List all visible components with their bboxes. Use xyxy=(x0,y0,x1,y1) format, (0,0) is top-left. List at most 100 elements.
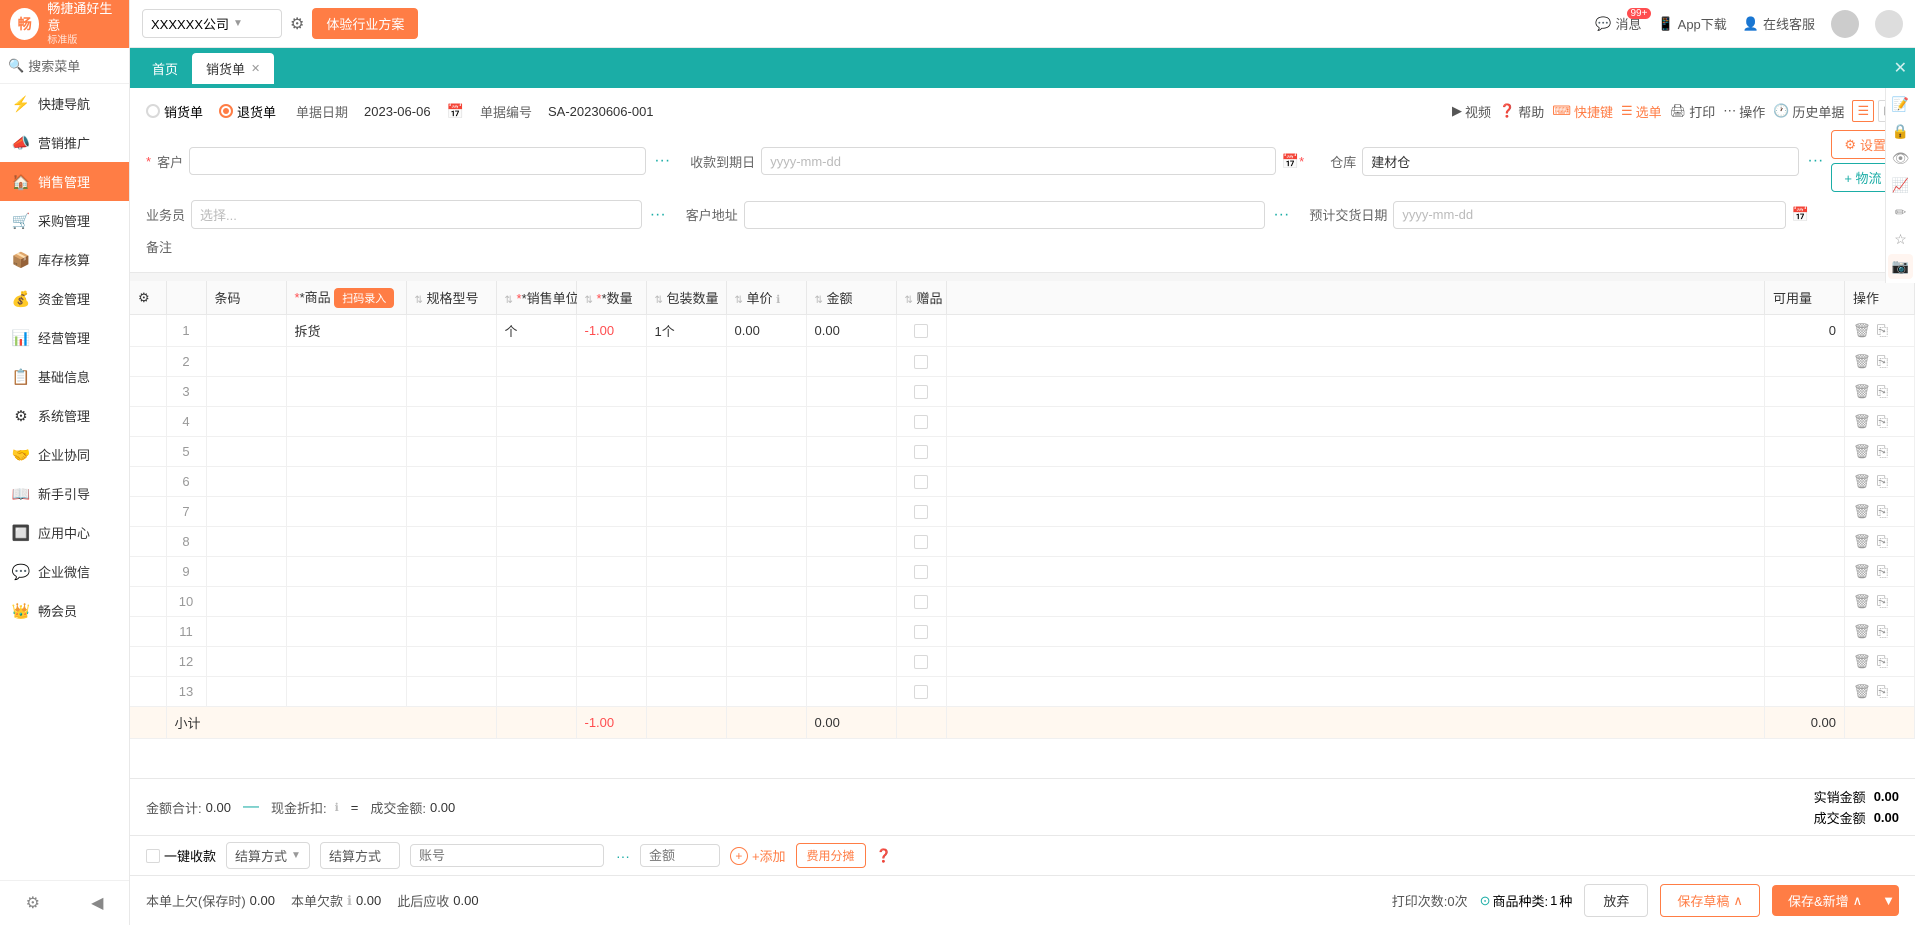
row-amount[interactable]: 0.00 xyxy=(806,315,896,347)
row-unit[interactable] xyxy=(496,377,576,407)
row-pkgqty[interactable] xyxy=(646,407,726,437)
row-barcode[interactable] xyxy=(206,437,286,467)
row-amount[interactable] xyxy=(806,677,896,707)
row-unit[interactable] xyxy=(496,557,576,587)
row-spec[interactable] xyxy=(406,527,496,557)
delete-row-icon[interactable]: 🗑 xyxy=(1853,322,1871,339)
column-settings-icon[interactable]: ⚙ xyxy=(138,290,150,305)
row-qty[interactable] xyxy=(576,497,646,527)
row-pkgqty[interactable] xyxy=(646,527,726,557)
row-amount[interactable] xyxy=(806,437,896,467)
customer-ellipsis[interactable]: ··· xyxy=(654,153,670,169)
row-unit[interactable]: 个 xyxy=(496,315,576,347)
delete-row-icon[interactable]: 🗑 xyxy=(1853,533,1871,550)
mini-note-icon[interactable]: 📝 xyxy=(1892,92,1909,117)
row-gift[interactable] xyxy=(896,467,946,497)
row-qty[interactable] xyxy=(576,647,646,677)
row-unit[interactable] xyxy=(496,587,576,617)
row-goods[interactable] xyxy=(286,527,406,557)
row-goods[interactable] xyxy=(286,587,406,617)
row-amount[interactable] xyxy=(806,407,896,437)
row-price[interactable] xyxy=(726,587,806,617)
add-payment-btn[interactable]: + xyxy=(730,847,748,865)
salesman-input[interactable]: 选择... xyxy=(191,200,642,229)
sidebar-item-appstore[interactable]: 🔲 应用中心 xyxy=(0,513,129,552)
settings-gear-icon[interactable]: ⚙ xyxy=(290,14,304,34)
close-window-icon[interactable]: ✕ xyxy=(1894,58,1907,78)
sidebar-item-wechat[interactable]: 💬 企业微信 xyxy=(0,552,129,591)
gift-checkbox[interactable] xyxy=(914,324,928,338)
row-gift[interactable] xyxy=(896,315,946,347)
row-qty[interactable]: -1.00 xyxy=(576,315,646,347)
row-qty[interactable] xyxy=(576,407,646,437)
row-qty[interactable] xyxy=(576,527,646,557)
row-pkgqty[interactable] xyxy=(646,617,726,647)
copy-row-icon[interactable]: ⎘ xyxy=(1877,322,1888,339)
row-pkgqty[interactable] xyxy=(646,377,726,407)
row-pkgqty[interactable] xyxy=(646,497,726,527)
price-info-icon[interactable]: ℹ xyxy=(776,294,780,306)
row-spec[interactable] xyxy=(406,557,496,587)
delete-row-icon[interactable]: 🗑 xyxy=(1853,593,1871,610)
row-amount[interactable] xyxy=(806,617,896,647)
gift-checkbox[interactable] xyxy=(914,535,928,549)
print-action[interactable]: 🖨 打印 xyxy=(1670,102,1716,121)
row-barcode[interactable] xyxy=(206,407,286,437)
row-gift[interactable] xyxy=(896,377,946,407)
mini-scan-icon[interactable]: 📷 xyxy=(1888,254,1913,279)
row-spec[interactable] xyxy=(406,467,496,497)
sort-icon-unit[interactable]: ⇅ xyxy=(505,295,513,306)
video-action[interactable]: ▶ 视频 xyxy=(1452,102,1491,121)
delete-row-icon[interactable]: 🗑 xyxy=(1853,503,1871,520)
copy-row-icon[interactable]: ⎘ xyxy=(1877,563,1888,580)
row-spec[interactable] xyxy=(406,587,496,617)
row-price[interactable] xyxy=(726,677,806,707)
row-barcode[interactable] xyxy=(206,587,286,617)
message-btn[interactable]: 💬 消息 99+ xyxy=(1595,14,1641,33)
sort-icon-qty[interactable]: ⇅ xyxy=(585,295,593,306)
row-gift[interactable] xyxy=(896,497,946,527)
row-pkgqty[interactable] xyxy=(646,467,726,497)
operate-action[interactable]: ⋯ 操作 xyxy=(1723,102,1765,121)
sort-icon-pkgqty[interactable]: ⇅ xyxy=(655,295,663,306)
customer-input[interactable] xyxy=(189,147,646,175)
row-price[interactable] xyxy=(726,497,806,527)
row-pkgqty[interactable] xyxy=(646,437,726,467)
th-settings[interactable]: ⚙ xyxy=(130,281,166,315)
gift-checkbox[interactable] xyxy=(914,685,928,699)
row-goods[interactable] xyxy=(286,557,406,587)
app-download-btn[interactable]: 📱 App下载 xyxy=(1657,14,1726,33)
address-ellipsis[interactable]: ··· xyxy=(1273,207,1289,223)
gift-checkbox[interactable] xyxy=(914,505,928,519)
row-barcode[interactable] xyxy=(206,557,286,587)
row-goods[interactable] xyxy=(286,497,406,527)
row-barcode[interactable] xyxy=(206,527,286,557)
delete-row-icon[interactable]: 🗑 xyxy=(1853,443,1871,460)
gift-checkbox[interactable] xyxy=(914,625,928,639)
delete-row-icon[interactable]: 🗑 xyxy=(1853,473,1871,490)
company-selector[interactable]: XXXXXX公司 ▼ xyxy=(142,9,282,38)
copy-row-icon[interactable]: ⎘ xyxy=(1877,473,1888,490)
sidebar-item-quick-nav[interactable]: ⚡ 快捷导航 xyxy=(0,84,129,123)
list-view-icon[interactable]: ☰ xyxy=(1852,100,1874,122)
expected-calendar-icon[interactable]: 📅 xyxy=(1792,206,1809,223)
sidebar-item-system[interactable]: ⚙ 系统管理 xyxy=(0,396,129,435)
row-qty[interactable] xyxy=(576,677,646,707)
row-goods[interactable] xyxy=(286,647,406,677)
copy-row-icon[interactable]: ⎘ xyxy=(1877,683,1888,700)
row-price[interactable]: 0.00 xyxy=(726,315,806,347)
sidebar-item-finance[interactable]: 💰 资金管理 xyxy=(0,279,129,318)
row-barcode[interactable] xyxy=(206,347,286,377)
row-price[interactable] xyxy=(726,527,806,557)
copy-row-icon[interactable]: ⎘ xyxy=(1877,443,1888,460)
account-input[interactable] xyxy=(410,844,604,867)
expected-date-input[interactable]: yyyy-mm-dd xyxy=(1393,201,1785,229)
row-barcode[interactable] xyxy=(206,677,286,707)
row-gift[interactable] xyxy=(896,557,946,587)
row-unit[interactable] xyxy=(496,407,576,437)
row-goods[interactable] xyxy=(286,467,406,497)
mini-edit-icon[interactable]: ✏ xyxy=(1895,200,1907,225)
payment-method-select[interactable]: 结算方式 ▼ xyxy=(226,842,310,869)
sort-icon-price[interactable]: ⇅ xyxy=(735,295,743,306)
row-barcode[interactable] xyxy=(206,315,286,347)
